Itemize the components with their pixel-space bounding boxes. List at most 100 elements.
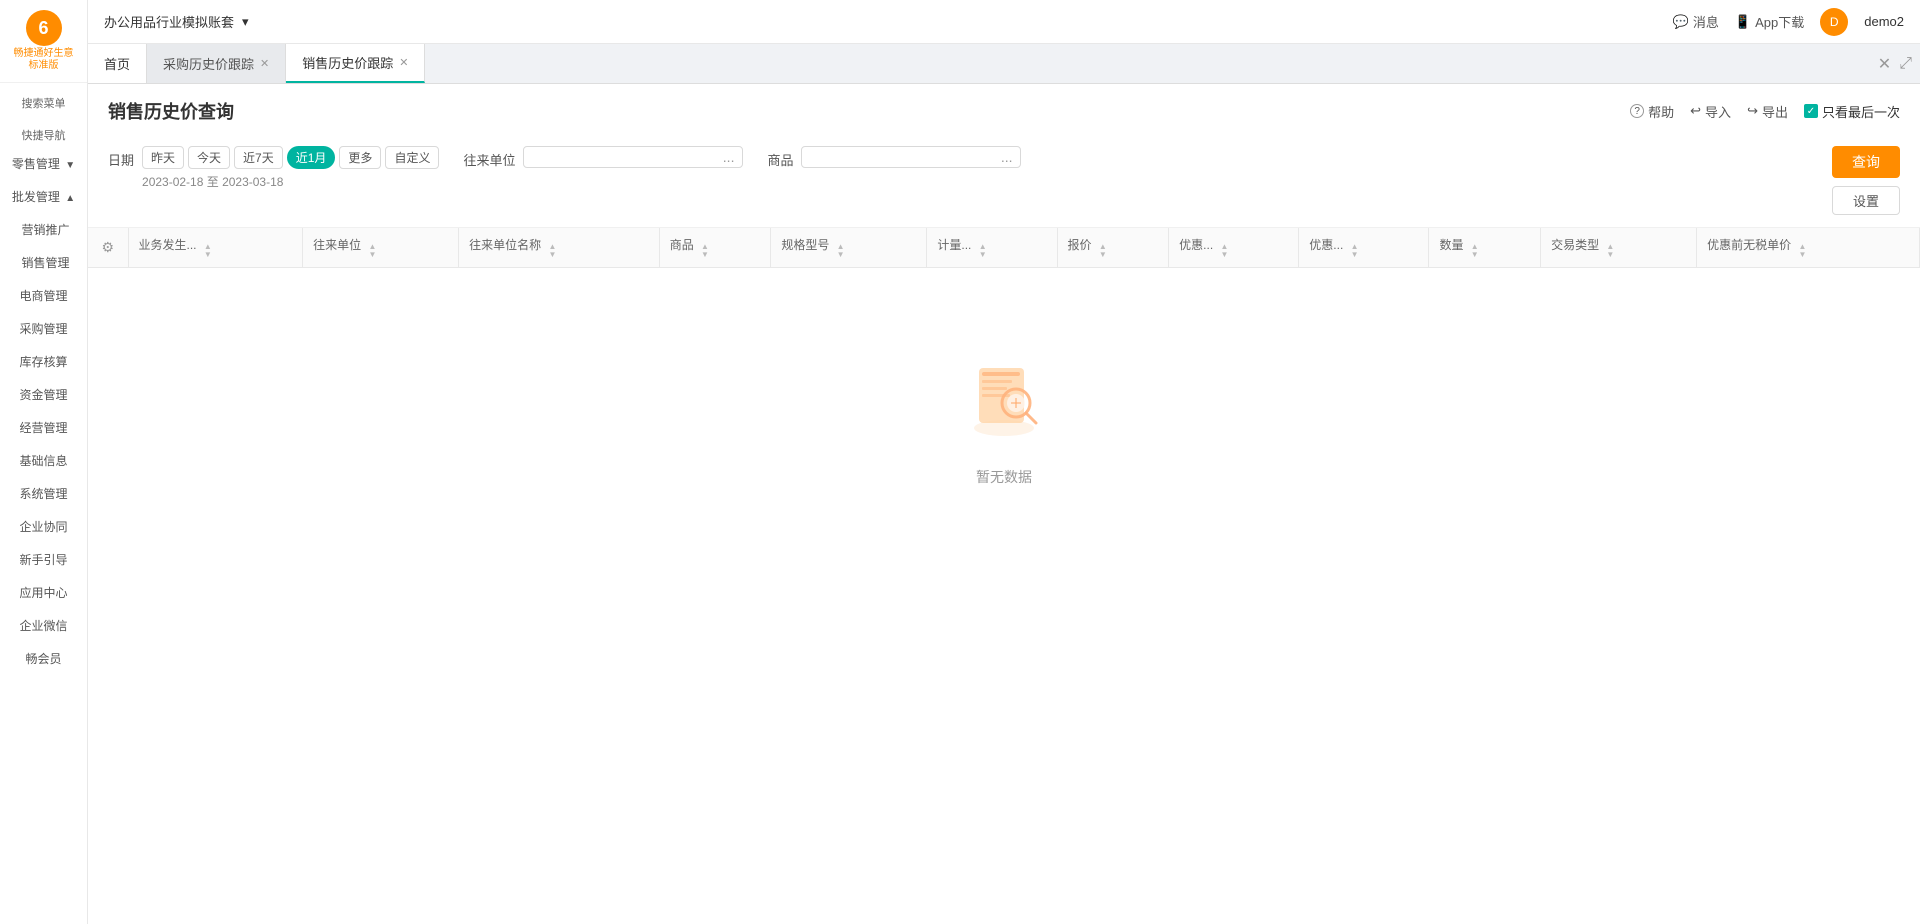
sidebar-item-marketing[interactable]: 营销推广: [0, 213, 87, 246]
page-header-row: 销售历史价查询 ? 帮助 ↩ 导入 ↪ 导出 只看最后一次: [88, 84, 1920, 134]
content-area: 销售历史价查询 ? 帮助 ↩ 导入 ↪ 导出 只看最后一次: [88, 84, 1920, 924]
main-area: 办公用品行业模拟账套 ▾ 💬 消息 📱 App下载 D demo2 首页 采购历…: [88, 0, 1920, 924]
date-btn-today[interactable]: 今天: [188, 146, 230, 169]
export-icon: ↪: [1747, 103, 1758, 119]
sort-arrows-discount2: ▲▼: [1351, 243, 1359, 259]
date-btn-yesterday[interactable]: 昨天: [142, 146, 184, 169]
sidebar-item-sales[interactable]: 销售管理: [0, 246, 87, 279]
col-price-no-tax[interactable]: 优惠前无税单价 ▲▼: [1697, 228, 1920, 268]
sort-arrows-partner-code: ▲▼: [368, 243, 376, 259]
col-unit[interactable]: 计量... ▲▼: [927, 228, 1057, 268]
quick-nav-section: 快捷导航: [0, 123, 87, 147]
export-label: 导出: [1762, 102, 1788, 121]
only-last-checkbox[interactable]: [1804, 104, 1818, 118]
filter-row: 日期 昨天 今天 近7天 近1月 更多 自定义 2023-02-18 至 202…: [88, 134, 1920, 228]
col-trade-type[interactable]: 交易类型 ▲▼: [1541, 228, 1697, 268]
app-download-icon: 📱: [1735, 14, 1751, 30]
sidebar-item-operation[interactable]: 经营管理: [0, 411, 87, 444]
sort-arrows-partner-name: ▲▼: [549, 243, 557, 259]
filter-actions: 查询 设置: [1832, 146, 1900, 215]
expand-tab-icon[interactable]: ⤢: [1899, 55, 1912, 73]
sidebar-item-system[interactable]: 系统管理: [0, 477, 87, 510]
date-btn-more[interactable]: 更多: [339, 146, 381, 169]
col-goods[interactable]: 商品 ▲▼: [659, 228, 771, 268]
sidebar-item-enterprise[interactable]: 企业协同: [0, 510, 87, 543]
export-action[interactable]: ↪ 导出: [1747, 102, 1788, 121]
sort-arrows-price-no-tax: ▲▼: [1799, 243, 1807, 259]
query-button[interactable]: 查询: [1832, 146, 1900, 178]
col-quoted-price[interactable]: 报价 ▲▼: [1057, 228, 1169, 268]
import-action[interactable]: ↩ 导入: [1690, 102, 1731, 121]
sidebar-item-base[interactable]: 基础信息: [0, 444, 87, 477]
tab-purchase-history[interactable]: 采购历史价跟踪 ✕: [147, 44, 286, 83]
col-spec[interactable]: 规格型号 ▲▼: [771, 228, 927, 268]
sidebar-item-finance[interactable]: 资金管理: [0, 378, 87, 411]
message-action[interactable]: 💬 消息: [1673, 12, 1719, 31]
tab-purchase-history-close[interactable]: ✕: [260, 57, 269, 70]
logo-char: 6: [38, 18, 48, 39]
partner-input-dots: ...: [723, 149, 735, 165]
sidebar-item-inventory[interactable]: 库存核算: [0, 345, 87, 378]
sort-arrows-unit: ▲▼: [979, 243, 987, 259]
only-last-filter[interactable]: 只看最后一次: [1804, 102, 1900, 121]
tab-sales-history[interactable]: 销售历史价跟踪 ✕: [286, 44, 425, 83]
search-menu-item[interactable]: 搜索菜单: [0, 83, 87, 123]
col-biz-date[interactable]: 业务发生... ▲▼: [128, 228, 303, 268]
tab-home[interactable]: 首页: [88, 44, 147, 83]
help-action[interactable]: ? 帮助: [1630, 102, 1674, 121]
date-range-display: 2023-02-18 至 2023-03-18: [142, 173, 439, 190]
tabs-actions: ✕ ⤢: [1878, 54, 1920, 74]
help-icon: ?: [1630, 104, 1644, 118]
tab-sales-history-close[interactable]: ✕: [399, 56, 408, 69]
sidebar-item-retail[interactable]: 零售管理 ▼: [0, 147, 87, 180]
sidebar-item-purchase[interactable]: 采购管理: [0, 312, 87, 345]
message-icon: 💬: [1673, 14, 1689, 30]
app-download-action[interactable]: 📱 App下载: [1735, 12, 1804, 31]
topbar-left: 办公用品行业模拟账套 ▾: [104, 12, 249, 31]
col-settings[interactable]: ⚙: [88, 228, 128, 268]
settings-column-icon[interactable]: ⚙: [101, 239, 114, 255]
tab-sales-history-label: 销售历史价跟踪: [302, 53, 393, 72]
sidebar-item-appstore[interactable]: 应用中心: [0, 576, 87, 609]
settings-button[interactable]: 设置: [1832, 186, 1900, 215]
table-header: ⚙ 业务发生... ▲▼ 往来单位 ▲▼ 往来单位名称 ▲▼: [88, 228, 1920, 268]
partner-filter-input[interactable]: ...: [523, 146, 743, 168]
date-filter-label: 日期: [108, 146, 134, 169]
date-btn-custom[interactable]: 自定义: [385, 146, 439, 169]
sidebar-item-wholesale[interactable]: 批发管理 ▲: [0, 180, 87, 213]
sort-arrows-trade-type: ▲▼: [1606, 243, 1614, 259]
date-btn-last7[interactable]: 近7天: [234, 146, 283, 169]
col-discount2[interactable]: 优惠... ▲▼: [1299, 228, 1429, 268]
import-icon: ↩: [1690, 103, 1701, 119]
col-partner-code[interactable]: 往来单位 ▲▼: [303, 228, 459, 268]
col-discount1[interactable]: 优惠... ▲▼: [1169, 228, 1299, 268]
sort-arrows-biz-date: ▲▼: [204, 243, 212, 259]
empty-state: 暂无数据: [88, 268, 1920, 567]
table-header-row: ⚙ 业务发生... ▲▼ 往来单位 ▲▼ 往来单位名称 ▲▼: [88, 228, 1920, 268]
sort-arrows-discount1: ▲▼: [1221, 243, 1229, 259]
col-partner-name[interactable]: 往来单位名称 ▲▼: [459, 228, 660, 268]
goods-filter-label: 商品: [767, 146, 793, 169]
quick-nav-label[interactable]: 快捷导航: [0, 123, 87, 147]
close-tab-icon[interactable]: ✕: [1878, 54, 1891, 74]
search-menu-label[interactable]: 搜索菜单: [6, 91, 81, 115]
col-qty[interactable]: 数量 ▲▼: [1429, 228, 1541, 268]
app-download-label: App下载: [1755, 12, 1804, 31]
date-buttons: 昨天 今天 近7天 近1月 更多 自定义: [142, 146, 439, 169]
goods-filter-group: 商品 ...: [767, 146, 1021, 169]
date-btn-last1month[interactable]: 近1月: [287, 146, 336, 169]
sidebar-logo: 6 畅捷通好生意 标准版: [0, 0, 87, 83]
sidebar-item-wechat[interactable]: 企业微信: [0, 609, 87, 642]
user-avatar[interactable]: D: [1820, 8, 1848, 36]
sidebar-item-ecommerce[interactable]: 电商管理: [0, 279, 87, 312]
sort-arrows-goods: ▲▼: [701, 243, 709, 259]
empty-text: 暂无数据: [976, 467, 1032, 487]
topbar: 办公用品行业模拟账套 ▾ 💬 消息 📱 App下载 D demo2: [88, 0, 1920, 44]
goods-input-dots: ...: [1001, 149, 1013, 165]
sort-arrows-quoted-price: ▲▼: [1099, 243, 1107, 259]
topbar-dropdown-icon[interactable]: ▾: [242, 14, 249, 30]
topbar-title: 办公用品行业模拟账套: [104, 12, 234, 31]
sidebar-item-newbie[interactable]: 新手引导: [0, 543, 87, 576]
goods-filter-input[interactable]: ...: [801, 146, 1021, 168]
sidebar-item-member[interactable]: 畅会员: [0, 642, 87, 675]
